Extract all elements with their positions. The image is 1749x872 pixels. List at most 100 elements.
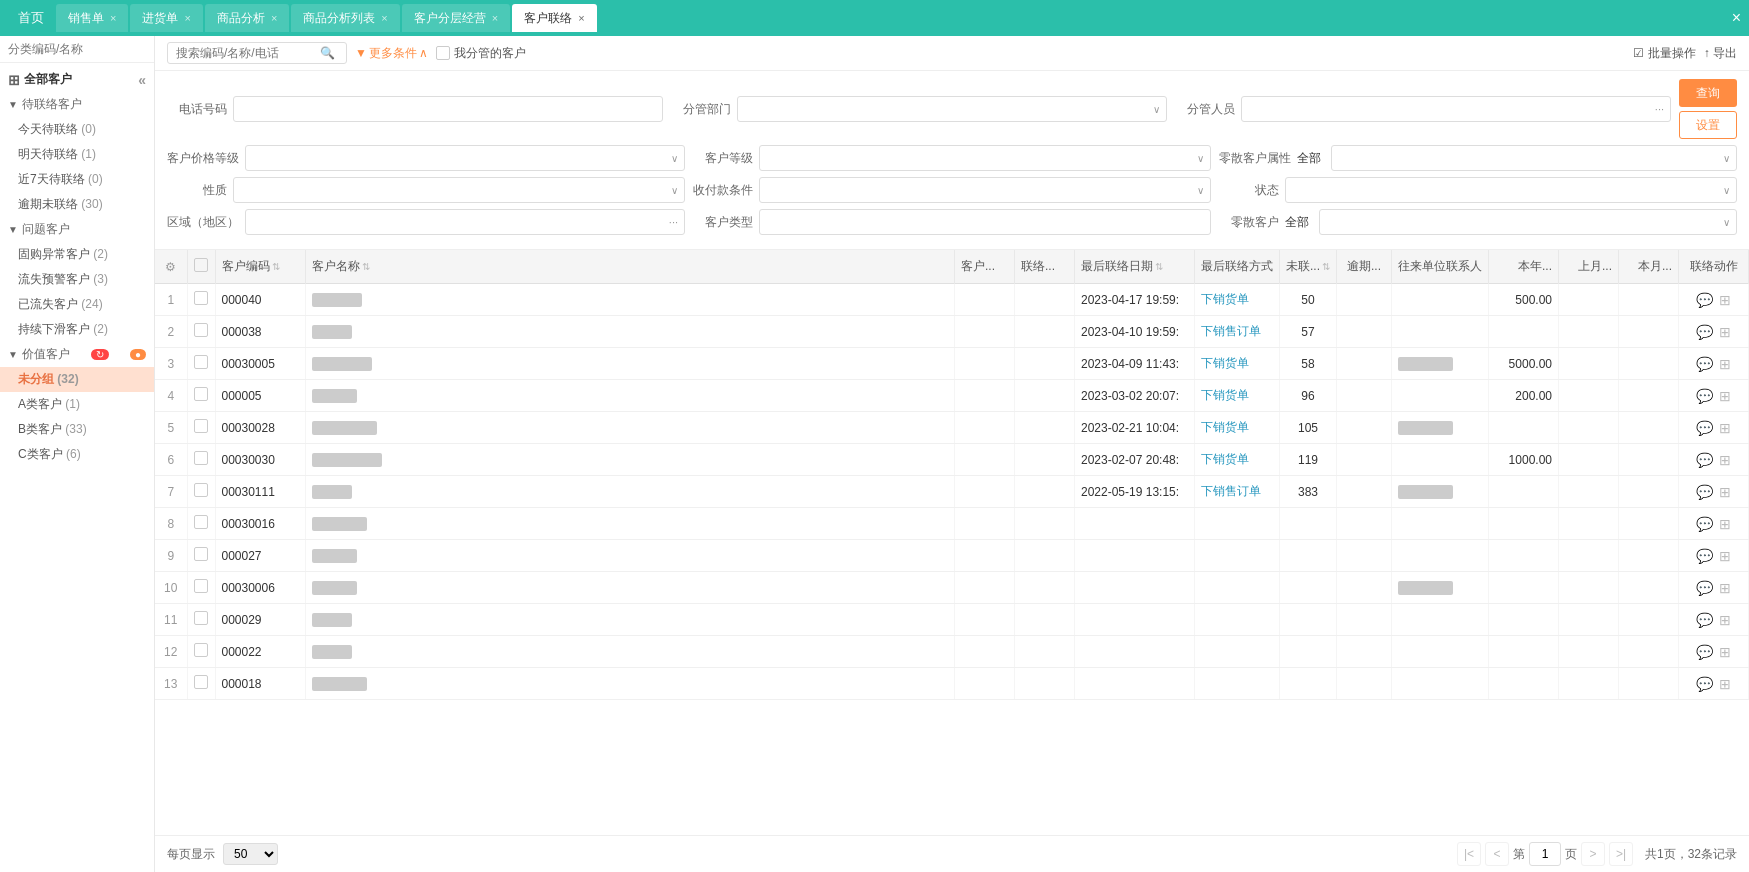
page-number-input[interactable]	[1529, 842, 1561, 866]
row-checkbox[interactable]	[187, 540, 215, 572]
my-customers-checkbox[interactable]: 我分管的客户	[436, 45, 526, 62]
collapse-icon[interactable]: «	[138, 72, 146, 88]
row-checkbox[interactable]	[187, 348, 215, 380]
export-button[interactable]: ↑ 导出	[1704, 45, 1737, 62]
last-contact-way[interactable]: 下销货单	[1194, 412, 1279, 444]
payment-select[interactable]: ∨	[759, 177, 1211, 203]
price-level-select[interactable]: ∨	[245, 145, 685, 171]
more-action-icon[interactable]: ⊞	[1719, 292, 1731, 308]
sidebar-item-class-b[interactable]: B类客户 (33)	[0, 417, 154, 442]
close-icon[interactable]: ×	[578, 12, 584, 24]
last-contact-way[interactable]: 下销售订单	[1194, 316, 1279, 348]
last-way-link[interactable]: 下销货单	[1201, 388, 1249, 402]
status-select[interactable]: ∨	[1285, 177, 1737, 203]
chat-icon[interactable]: 💬	[1696, 644, 1713, 660]
checkbox-column-header[interactable]	[187, 250, 215, 284]
sidebar-item-tomorrow-pending[interactable]: 明天待联络 (1)	[0, 142, 154, 167]
prev-page-button[interactable]: <	[1485, 842, 1509, 866]
more-action-icon[interactable]: ⊞	[1719, 580, 1731, 596]
next-page-button[interactable]: >	[1581, 842, 1605, 866]
sidebar-item-declining[interactable]: 持续下滑客户 (2)	[0, 317, 154, 342]
name-column-header[interactable]: 客户名称	[305, 250, 954, 284]
tab-sales-order[interactable]: 销售单 ×	[56, 4, 128, 32]
row-checkbox[interactable]	[187, 636, 215, 668]
chat-icon[interactable]: 💬	[1696, 452, 1713, 468]
chat-icon[interactable]: 💬	[1696, 324, 1713, 340]
chat-icon[interactable]: 💬	[1696, 580, 1713, 596]
all-customers-header[interactable]: ⊞ 全部客户 «	[0, 63, 154, 92]
close-icon[interactable]: ×	[492, 12, 498, 24]
last-way-link[interactable]: 下销货单	[1201, 356, 1249, 370]
last-page-button[interactable]: >|	[1609, 842, 1633, 866]
more-action-icon[interactable]: ⊞	[1719, 388, 1731, 404]
type-column-header[interactable]: 客户...	[954, 250, 1014, 284]
tab-purchase-order[interactable]: 进货单 ×	[130, 4, 202, 32]
more-action-icon[interactable]: ⊞	[1719, 612, 1731, 628]
window-close-button[interactable]: ×	[1732, 9, 1741, 27]
sidebar-item-churn-warning[interactable]: 流失预警客户 (3)	[0, 267, 154, 292]
region-select[interactable]: ···	[245, 209, 685, 235]
first-page-button[interactable]: |<	[1457, 842, 1481, 866]
chat-icon[interactable]: 💬	[1696, 356, 1713, 372]
last-way-link[interactable]: 下销售订单	[1201, 324, 1261, 338]
chat-icon[interactable]: 💬	[1696, 676, 1713, 692]
chat-icon[interactable]: 💬	[1696, 484, 1713, 500]
sidebar-group-value[interactable]: ▼ 价值客户 ↻ ●	[0, 342, 154, 367]
row-checkbox[interactable]	[187, 380, 215, 412]
overdue-column-header[interactable]: 逾期...	[1337, 250, 1392, 284]
sidebar-search-input[interactable]	[8, 42, 155, 56]
sidebar-item-7days-pending[interactable]: 近7天待联络 (0)	[0, 167, 154, 192]
batch-ops-button[interactable]: ☑ 批量操作	[1633, 45, 1695, 62]
retail-attr-select[interactable]: ∨	[1331, 145, 1737, 171]
last-contact-way[interactable]: 下销货单	[1194, 444, 1279, 476]
row-checkbox[interactable]	[187, 508, 215, 540]
unlinked-sort[interactable]: 未联...	[1286, 258, 1330, 275]
sidebar-item-today-pending[interactable]: 今天待联络 (0)	[0, 117, 154, 142]
sidebar-item-class-a[interactable]: A类客户 (1)	[0, 392, 154, 417]
last-date-sort[interactable]: 最后联络日期	[1081, 258, 1188, 275]
close-icon[interactable]: ×	[110, 12, 116, 24]
chat-icon[interactable]: 💬	[1696, 516, 1713, 532]
more-action-icon[interactable]: ⊞	[1719, 420, 1731, 436]
contact-column-header[interactable]: 联络...	[1014, 250, 1074, 284]
chat-icon[interactable]: 💬	[1696, 548, 1713, 564]
sidebar-item-churned[interactable]: 已流失客户 (24)	[0, 292, 154, 317]
last-date-column-header[interactable]: 最后联络日期	[1074, 250, 1194, 284]
chat-icon[interactable]: 💬	[1696, 612, 1713, 628]
checkbox-icon[interactable]	[436, 46, 450, 60]
more-action-icon[interactable]: ⊞	[1719, 324, 1731, 340]
tab-customer-segmentation[interactable]: 客户分层经营 ×	[402, 4, 510, 32]
settings-column-header[interactable]: ⚙	[155, 250, 187, 284]
sidebar-item-overdue-pending[interactable]: 逾期未联络 (30)	[0, 192, 154, 217]
more-action-icon[interactable]: ⊞	[1719, 676, 1731, 692]
more-conditions-button[interactable]: ▼ 更多条件 ∧	[355, 45, 428, 62]
close-icon[interactable]: ×	[184, 12, 190, 24]
search-icon[interactable]: 🔍	[320, 46, 335, 60]
reset-button[interactable]: 设置	[1679, 111, 1737, 139]
more-action-icon[interactable]: ⊞	[1719, 356, 1731, 372]
code-sort[interactable]: 客户编码	[222, 258, 299, 275]
code-column-header[interactable]: 客户编码	[215, 250, 305, 284]
last-contact-way[interactable]: 下销货单	[1194, 284, 1279, 316]
row-checkbox[interactable]	[187, 604, 215, 636]
more-action-icon[interactable]: ⊞	[1719, 644, 1731, 660]
phone-input[interactable]	[233, 96, 663, 122]
gender-select[interactable]: ∨	[233, 177, 685, 203]
sidebar-item-abnormal[interactable]: 固购异常客户 (2)	[0, 242, 154, 267]
sidebar-group-pending[interactable]: ▼ 待联络客户	[0, 92, 154, 117]
last-way-link[interactable]: 下销货单	[1201, 452, 1249, 466]
tab-customer-contact[interactable]: 客户联络 ×	[512, 4, 596, 32]
refresh-badge[interactable]: ↻	[91, 349, 109, 360]
last-way-link[interactable]: 下销售订单	[1201, 484, 1261, 498]
retail-customer-select[interactable]: ∨	[1319, 209, 1737, 235]
chat-icon[interactable]: 💬	[1696, 292, 1713, 308]
row-checkbox[interactable]	[187, 284, 215, 316]
last-way-link[interactable]: 下销货单	[1201, 292, 1249, 306]
home-tab[interactable]: 首页	[8, 9, 54, 27]
last-way-link[interactable]: 下销货单	[1201, 420, 1249, 434]
close-icon[interactable]: ×	[271, 12, 277, 24]
last-contact-way[interactable]: 下销货单	[1194, 380, 1279, 412]
row-checkbox[interactable]	[187, 412, 215, 444]
manager-select[interactable]: ···	[1241, 96, 1671, 122]
close-icon[interactable]: ×	[381, 12, 387, 24]
